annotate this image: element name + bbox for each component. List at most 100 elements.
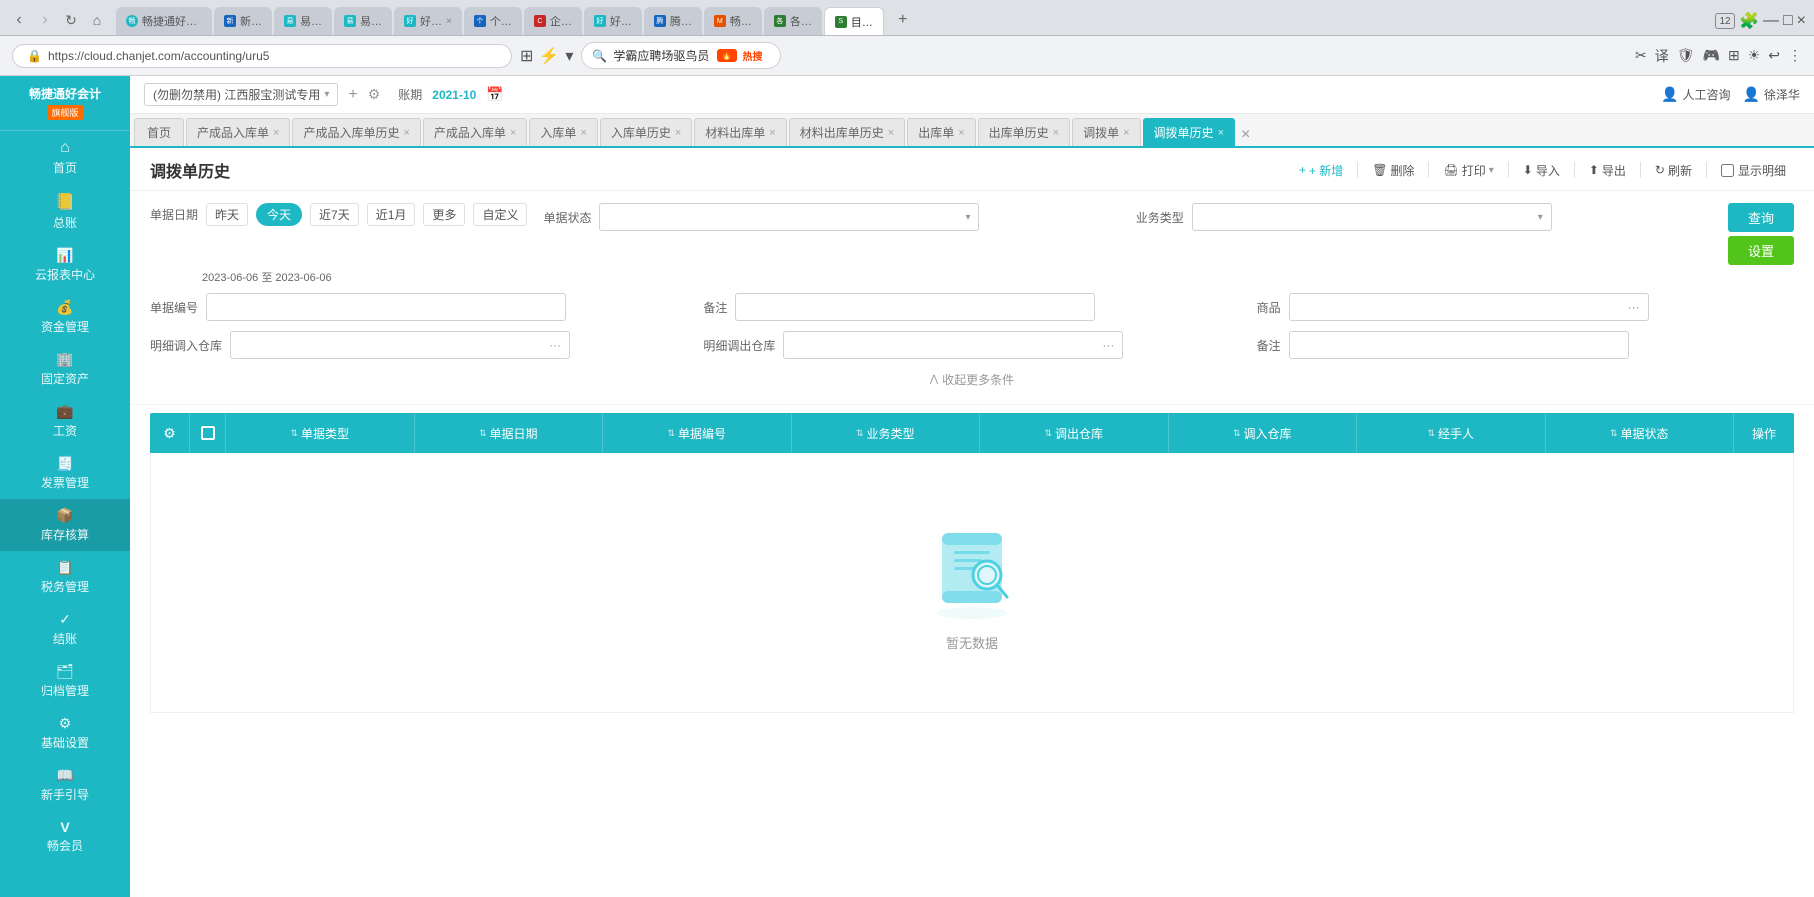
home-btn[interactable]: ⌂: [86, 9, 108, 31]
delete-btn[interactable]: 🗑 删除: [1364, 159, 1422, 182]
th-gear[interactable]: ⚙: [150, 413, 190, 453]
browser-tab[interactable]: 易 易…: [334, 7, 392, 35]
maximize-btn[interactable]: □: [1783, 12, 1793, 30]
tab-transfer-history-active[interactable]: 调拨单历史 ×: [1143, 118, 1235, 146]
extensions-btn[interactable]: 🧩: [1739, 11, 1759, 31]
new-tab-btn[interactable]: +: [892, 9, 914, 31]
browser-tab-active[interactable]: S 目…: [824, 7, 884, 35]
tab-outbound-history[interactable]: 出库单历史 ×: [978, 118, 1070, 146]
tab-close-icon[interactable]: ×: [1123, 127, 1129, 139]
browser-tab[interactable]: M 畅…: [704, 7, 762, 35]
scissors-icon[interactable]: ✂: [1635, 47, 1647, 64]
shield-icon[interactable]: 🛡: [1677, 47, 1695, 64]
collapse-btn[interactable]: ⋀ 收起更多条件: [930, 371, 1014, 388]
print-btn[interactable]: 🖨 打印 ▾: [1435, 159, 1501, 182]
browser-tab[interactable]: C 企…: [524, 7, 582, 35]
header-checkbox[interactable]: [201, 426, 215, 440]
tab-close-icon[interactable]: ×: [580, 127, 586, 139]
grid-icon[interactable]: ⊞: [520, 46, 533, 66]
address-bar[interactable]: 🔒 https://cloud.chanjet.com/accounting/u…: [12, 44, 512, 68]
last7-btn[interactable]: 近7天: [310, 203, 359, 226]
tab-close-icon[interactable]: ×: [510, 127, 516, 139]
last-month-btn[interactable]: 近1月: [367, 203, 416, 226]
browser-tab[interactable]: 易 易…: [274, 7, 332, 35]
more-date-btn[interactable]: 更多: [423, 203, 465, 226]
user-avatar[interactable]: 👤 徐泽华: [1743, 86, 1800, 103]
sidebar-item-reports[interactable]: 📊 云报表中心: [0, 239, 130, 291]
tab-close-icon[interactable]: ×: [675, 127, 681, 139]
th-doc-num[interactable]: ⇅ 单据编号: [603, 413, 792, 453]
status-dropdown[interactable]: ▾: [599, 203, 979, 231]
th-checkbox[interactable]: [190, 413, 226, 453]
tab-product-inbound2[interactable]: 产成品入库单 ×: [423, 118, 527, 146]
sidebar-item-home[interactable]: ⌂ 首页: [0, 131, 130, 184]
sidebar-item-invoice[interactable]: 🧾 发票管理: [0, 447, 130, 499]
tab-inbound[interactable]: 入库单 ×: [529, 118, 597, 146]
remark2-input[interactable]: [1289, 331, 1629, 359]
th-doc-status[interactable]: ⇅ 单据状态: [1546, 413, 1735, 453]
back-btn[interactable]: ‹: [8, 9, 30, 31]
browser-tab[interactable]: 新 新…: [214, 7, 272, 35]
browser-tab[interactable]: 腾 腾…: [644, 7, 702, 35]
search-bar[interactable]: 🔍 学霸应聘场驱鸟员 🔥 热搜: [581, 42, 781, 69]
th-out-warehouse[interactable]: ⇅ 调出仓库: [980, 413, 1169, 453]
th-doc-type[interactable]: ⇅ 单据类型: [226, 413, 415, 453]
settings-btn[interactable]: ⚙: [368, 86, 381, 103]
today-btn[interactable]: 今天: [256, 203, 302, 226]
settings-filter-btn[interactable]: 设置: [1728, 236, 1794, 265]
th-doc-date[interactable]: ⇅ 单据日期: [415, 413, 604, 453]
forward-btn[interactable]: ›: [34, 9, 56, 31]
detail-out-input[interactable]: ···: [783, 331, 1123, 359]
sidebar-item-member[interactable]: V 畅会员: [0, 811, 130, 862]
browser-tab[interactable]: 好 好…: [584, 7, 642, 35]
remark-input[interactable]: [735, 293, 1095, 321]
browser-tab[interactable]: 各 各…: [764, 7, 822, 35]
sidebar-item-archive[interactable]: 🗂 归档管理: [0, 655, 130, 707]
close-all-tabs-btn[interactable]: ×: [1241, 126, 1250, 144]
tab-inbound-history[interactable]: 入库单历史 ×: [600, 118, 692, 146]
tab-close-icon[interactable]: ×: [888, 127, 894, 139]
company-selector[interactable]: (勿删勿禁用) 江西服宝测试专用 ▾: [144, 83, 338, 106]
undo-icon[interactable]: ↩: [1768, 47, 1780, 64]
grid-icon2[interactable]: ⊞: [1728, 47, 1740, 64]
th-handler[interactable]: ⇅ 经手人: [1357, 413, 1546, 453]
goods-input[interactable]: ···: [1289, 293, 1649, 321]
tab-close-icon[interactable]: ×: [403, 127, 409, 139]
export-btn[interactable]: ⬆ 导出: [1581, 159, 1634, 182]
tab-product-inbound[interactable]: 产成品入库单 ×: [186, 118, 290, 146]
tab-material-outbound-history[interactable]: 材料出库单历史 ×: [789, 118, 905, 146]
sidebar-item-close[interactable]: ✓ 结账: [0, 603, 130, 655]
lightning-icon[interactable]: ⚡: [539, 46, 559, 66]
browser-tab[interactable]: 好 好… ×: [394, 7, 462, 35]
display-toggle[interactable]: 显示明细: [1713, 159, 1794, 182]
tab-transfer[interactable]: 调拨单 ×: [1072, 118, 1140, 146]
game-icon[interactable]: 🎮: [1703, 47, 1720, 64]
tab-material-outbound[interactable]: 材料出库单 ×: [694, 118, 786, 146]
display-checkbox[interactable]: [1721, 164, 1734, 177]
tab-close-icon[interactable]: ×: [769, 127, 775, 139]
sidebar-item-capital[interactable]: 💰 资金管理: [0, 291, 130, 343]
detail-in-input[interactable]: ···: [230, 331, 570, 359]
menu-icon[interactable]: ⋮: [1788, 47, 1802, 64]
reload-btn[interactable]: ↻: [60, 9, 82, 31]
sidebar-item-basic[interactable]: ⚙ 基础设置: [0, 707, 130, 759]
tab-home[interactable]: 首页: [134, 118, 184, 146]
new-btn[interactable]: + + 新增: [1291, 159, 1351, 182]
tab-close-icon[interactable]: ×: [273, 127, 279, 139]
import-btn[interactable]: ⬇ 导入: [1515, 159, 1568, 182]
brightness-icon[interactable]: ☀: [1748, 47, 1761, 64]
sidebar-item-assets[interactable]: 🏢 固定资产: [0, 343, 130, 395]
tab-close-icon[interactable]: ×: [1218, 127, 1224, 139]
th-biz-type[interactable]: ⇅ 业务类型: [792, 413, 981, 453]
refresh-btn[interactable]: ↻ 刷新: [1647, 159, 1700, 182]
sidebar-item-tax[interactable]: 📋 税务管理: [0, 551, 130, 603]
sidebar-item-inventory[interactable]: 📦 库存核算: [0, 499, 130, 551]
tab-outbound[interactable]: 出库单 ×: [907, 118, 975, 146]
close-window-btn[interactable]: ×: [1797, 12, 1806, 30]
browser-tab[interactable]: 个 个…: [464, 7, 522, 35]
sidebar-item-salary[interactable]: 💼 工资: [0, 395, 130, 447]
calendar-icon[interactable]: 📅: [486, 86, 503, 103]
biz-type-dropdown[interactable]: ▾: [1192, 203, 1552, 231]
yesterday-btn[interactable]: 昨天: [206, 203, 248, 226]
query-btn[interactable]: 查询: [1728, 203, 1794, 232]
